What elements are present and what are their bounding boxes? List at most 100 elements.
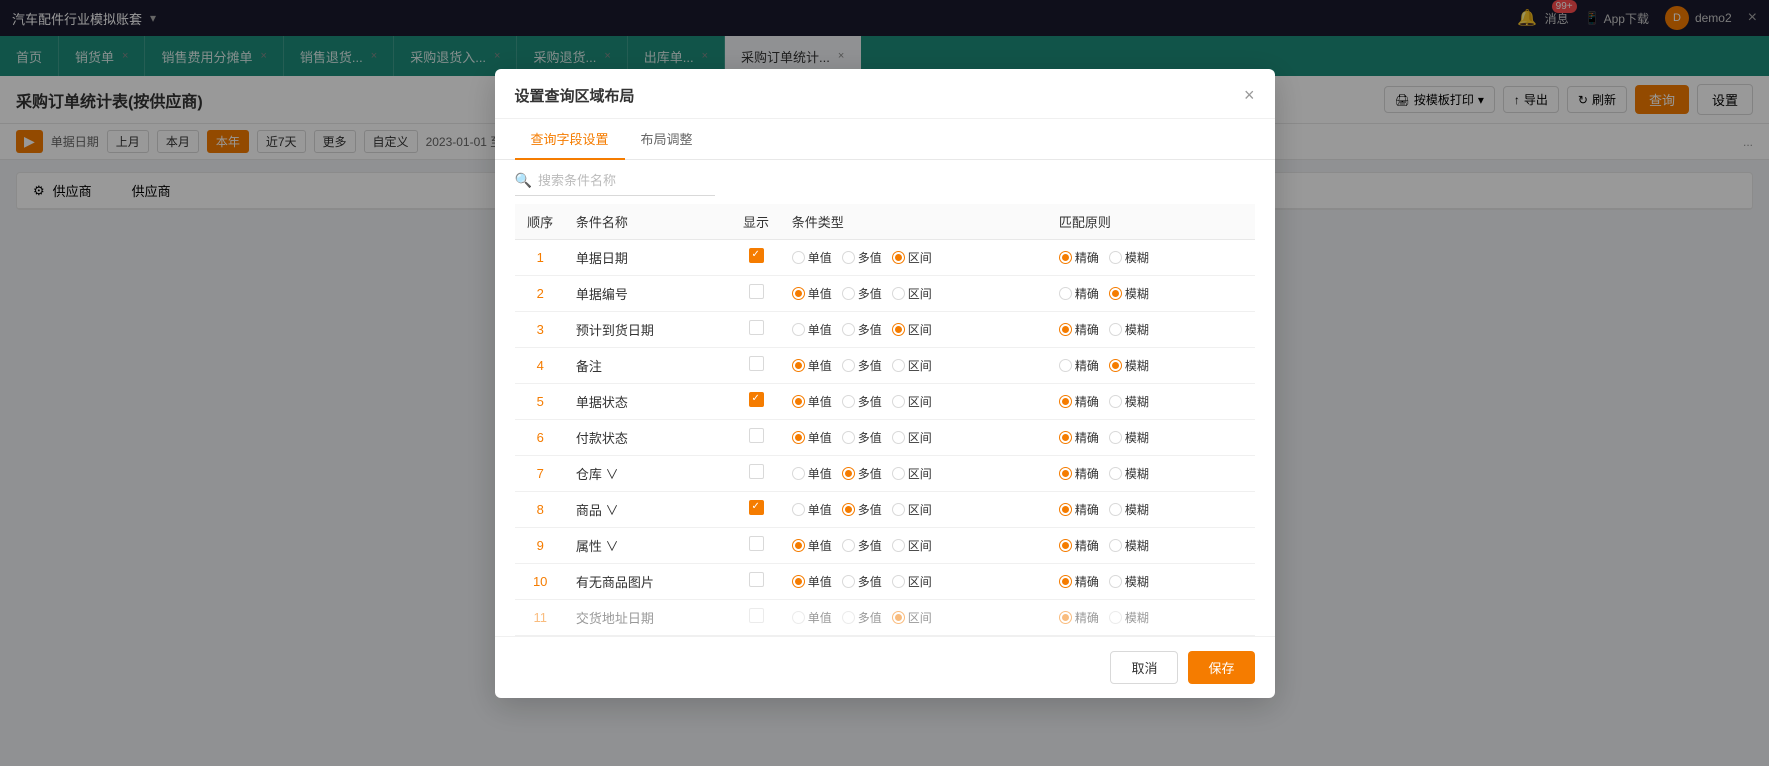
- dialog-tabs: 查询字段设置 布局调整: [495, 119, 1275, 160]
- type-single-radio[interactable]: 单值: [792, 573, 832, 590]
- type-multi-radio[interactable]: 多值: [842, 357, 882, 374]
- type-range-radio[interactable]: 区间: [892, 609, 932, 626]
- match-exact-radio[interactable]: 精确: [1059, 357, 1099, 374]
- match-fuzzy-radio[interactable]: 模糊: [1109, 249, 1149, 266]
- match-exact-radio[interactable]: 精确: [1059, 429, 1099, 446]
- type-single-radio[interactable]: 单值: [792, 429, 832, 446]
- table-row: 3预计到货日期 单值 多值 区间 精确 模糊: [515, 311, 1255, 347]
- type-multi-radio-circle: [842, 359, 855, 372]
- type-multi-radio-circle: [842, 467, 855, 480]
- display-checkbox[interactable]: [749, 428, 764, 443]
- display-checkbox[interactable]: [749, 572, 764, 587]
- dialog-table: 顺序 条件名称 显示 条件类型 匹配原则 1单据日期 单值 多值: [495, 204, 1275, 636]
- type-single-radio[interactable]: 单值: [792, 393, 832, 410]
- dialog-tab-fields[interactable]: 查询字段设置: [515, 119, 625, 160]
- cell-display: [730, 311, 781, 347]
- type-range-radio[interactable]: 区间: [892, 321, 932, 338]
- display-checkbox[interactable]: [749, 500, 764, 515]
- match-exact-radio[interactable]: 精确: [1059, 501, 1099, 518]
- match-fuzzy-radio[interactable]: 模糊: [1109, 285, 1149, 302]
- type-multi-radio[interactable]: 多值: [842, 573, 882, 590]
- display-checkbox[interactable]: [749, 356, 764, 371]
- type-range-radio-circle: [892, 503, 905, 516]
- match-exact-radio[interactable]: 精确: [1059, 465, 1099, 482]
- cell-match: 精确 模糊: [1049, 275, 1255, 311]
- type-multi-radio[interactable]: 多值: [842, 393, 882, 410]
- display-checkbox[interactable]: [749, 392, 764, 407]
- cell-type: 单值 多值 区间: [782, 347, 1049, 383]
- type-multi-radio[interactable]: 多值: [842, 537, 882, 554]
- dialog-title: 设置查询区域布局: [515, 85, 635, 106]
- cell-match: 精确 模糊: [1049, 311, 1255, 347]
- type-multi-radio[interactable]: 多值: [842, 501, 882, 518]
- type-multi-radio-circle: [842, 323, 855, 336]
- type-single-radio[interactable]: 单值: [792, 321, 832, 338]
- cancel-button[interactable]: 取消: [1110, 651, 1178, 684]
- type-range-radio[interactable]: 区间: [892, 249, 932, 266]
- cell-order: 4: [515, 347, 566, 383]
- type-range-radio[interactable]: 区间: [892, 429, 932, 446]
- cell-display: [730, 527, 781, 563]
- search-input[interactable]: [538, 173, 698, 188]
- match-fuzzy-radio-circle: [1109, 287, 1122, 300]
- type-multi-radio[interactable]: 多值: [842, 609, 882, 626]
- match-exact-radio[interactable]: 精确: [1059, 537, 1099, 554]
- match-fuzzy-radio[interactable]: 模糊: [1109, 321, 1149, 338]
- display-checkbox[interactable]: [749, 320, 764, 335]
- cell-display: [730, 491, 781, 527]
- type-multi-radio[interactable]: 多值: [842, 285, 882, 302]
- match-exact-radio[interactable]: 精确: [1059, 609, 1099, 626]
- type-range-radio-circle: [892, 539, 905, 552]
- display-checkbox[interactable]: [749, 536, 764, 551]
- type-range-radio[interactable]: 区间: [892, 573, 932, 590]
- type-range-radio[interactable]: 区间: [892, 393, 932, 410]
- type-multi-radio[interactable]: 多值: [842, 429, 882, 446]
- match-exact-radio-circle: [1059, 431, 1072, 444]
- match-fuzzy-radio-circle: [1109, 251, 1122, 264]
- match-fuzzy-radio[interactable]: 模糊: [1109, 393, 1149, 410]
- type-range-radio[interactable]: 区间: [892, 501, 932, 518]
- type-range-radio[interactable]: 区间: [892, 357, 932, 374]
- match-fuzzy-radio[interactable]: 模糊: [1109, 609, 1149, 626]
- match-exact-radio[interactable]: 精确: [1059, 321, 1099, 338]
- cell-display: [730, 239, 781, 275]
- cell-match: 精确 模糊: [1049, 491, 1255, 527]
- type-multi-radio[interactable]: 多值: [842, 249, 882, 266]
- save-button[interactable]: 保存: [1188, 651, 1254, 684]
- match-fuzzy-radio[interactable]: 模糊: [1109, 573, 1149, 590]
- cell-order: 9: [515, 527, 566, 563]
- type-range-radio[interactable]: 区间: [892, 537, 932, 554]
- type-single-radio[interactable]: 单值: [792, 501, 832, 518]
- match-exact-radio[interactable]: 精确: [1059, 573, 1099, 590]
- type-single-radio[interactable]: 单值: [792, 609, 832, 626]
- match-fuzzy-radio[interactable]: 模糊: [1109, 501, 1149, 518]
- type-single-radio[interactable]: 单值: [792, 249, 832, 266]
- match-fuzzy-radio[interactable]: 模糊: [1109, 429, 1149, 446]
- display-checkbox[interactable]: [749, 248, 764, 263]
- display-checkbox[interactable]: [749, 284, 764, 299]
- type-range-radio[interactable]: 区间: [892, 465, 932, 482]
- dialog-close-button[interactable]: ×: [1244, 86, 1255, 104]
- type-range-radio[interactable]: 区间: [892, 285, 932, 302]
- match-exact-radio[interactable]: 精确: [1059, 393, 1099, 410]
- dialog-tab-layout[interactable]: 布局调整: [625, 119, 709, 160]
- match-fuzzy-radio[interactable]: 模糊: [1109, 537, 1149, 554]
- type-single-radio[interactable]: 单值: [792, 285, 832, 302]
- match-fuzzy-radio[interactable]: 模糊: [1109, 357, 1149, 374]
- type-multi-radio[interactable]: 多值: [842, 321, 882, 338]
- type-single-radio-circle: [792, 539, 805, 552]
- match-exact-radio[interactable]: 精确: [1059, 249, 1099, 266]
- match-exact-radio[interactable]: 精确: [1059, 285, 1099, 302]
- type-single-radio[interactable]: 单值: [792, 537, 832, 554]
- type-single-radio[interactable]: 单值: [792, 465, 832, 482]
- cell-match: 精确 模糊: [1049, 455, 1255, 491]
- type-single-radio[interactable]: 单值: [792, 357, 832, 374]
- match-fuzzy-radio[interactable]: 模糊: [1109, 465, 1149, 482]
- display-checkbox[interactable]: [749, 608, 764, 623]
- match-fuzzy-radio-circle: [1109, 431, 1122, 444]
- display-checkbox[interactable]: [749, 464, 764, 479]
- type-single-radio-circle: [792, 395, 805, 408]
- cell-order: 5: [515, 383, 566, 419]
- type-range-radio-circle: [892, 323, 905, 336]
- type-multi-radio[interactable]: 多值: [842, 465, 882, 482]
